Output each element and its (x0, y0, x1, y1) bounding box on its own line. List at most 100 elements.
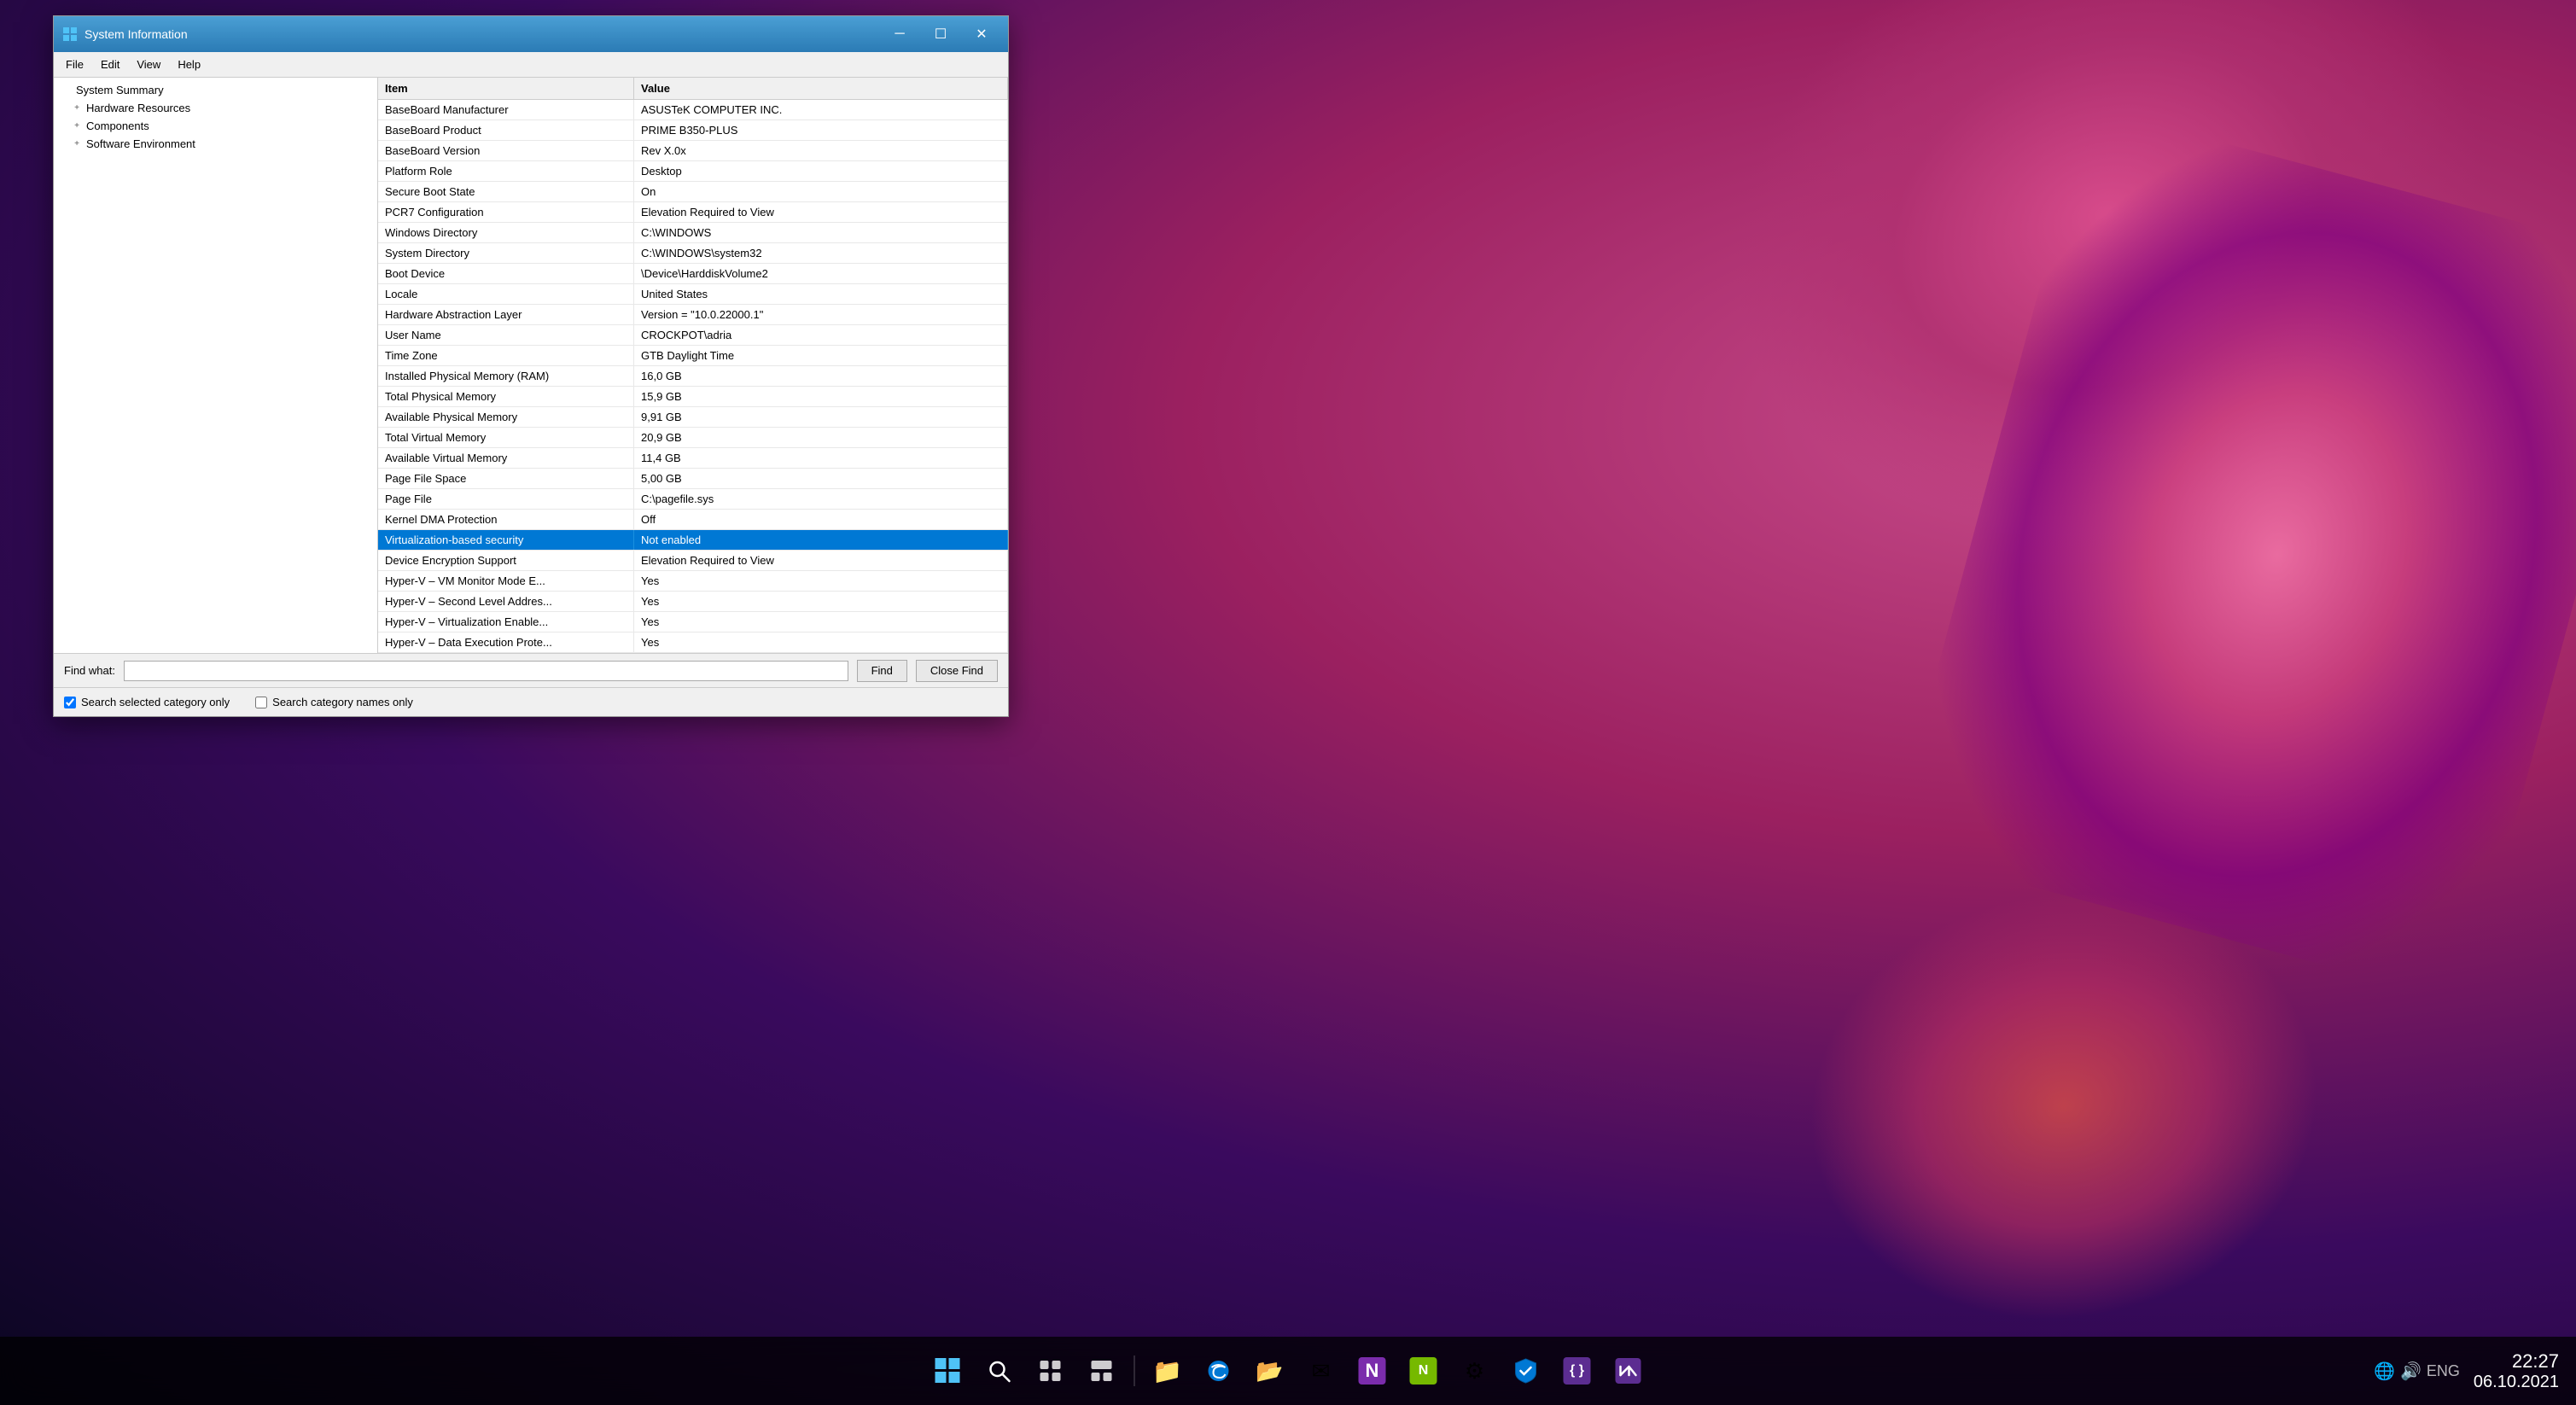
table-row[interactable]: Platform RoleDesktop (378, 161, 1008, 182)
taskbar-edge-icon[interactable] (1197, 1349, 1241, 1393)
grid-cell-item: Available Physical Memory (378, 407, 634, 427)
grid-cell-value: Elevation Required to View (634, 551, 1008, 570)
taskbar-clock[interactable]: 22:27 06.10.2021 (2474, 1350, 2559, 1392)
grid-cell-item: System Directory (378, 243, 634, 263)
taskbar-widgets-icon[interactable] (1080, 1349, 1124, 1393)
menu-file[interactable]: File (57, 56, 92, 73)
table-row[interactable]: Virtualization-based securityNot enabled (378, 530, 1008, 551)
taskbar-network-icon[interactable]: 🌐 (2374, 1361, 2395, 1382)
search-selected-checkbox[interactable] (64, 697, 76, 708)
grid-cell-value: CROCKPOT\adria (634, 325, 1008, 345)
window-icon (61, 25, 79, 44)
data-grid: Item Value BaseBoard ManufacturerASUSTeK… (378, 78, 1008, 653)
grid-cell-item: Time Zone (378, 346, 634, 365)
sidebar-item-software-environment[interactable]: + Software Environment (54, 135, 377, 153)
table-row[interactable]: Page FileC:\pagefile.sys (378, 489, 1008, 510)
title-bar: System Information ─ ☐ ✕ (54, 16, 1008, 52)
grid-cell-value: United States (634, 284, 1008, 304)
grid-cell-item: Installed Physical Memory (RAM) (378, 366, 634, 386)
table-row[interactable]: Available Physical Memory9,91 GB (378, 407, 1008, 428)
taskbar-vs-icon[interactable] (1606, 1349, 1651, 1393)
search-names-checkbox[interactable] (255, 697, 267, 708)
window-title: System Information (85, 27, 880, 41)
grid-cell-value: 16,0 GB (634, 366, 1008, 386)
table-row[interactable]: PCR7 ConfigurationElevation Required to … (378, 202, 1008, 223)
table-row[interactable]: Time ZoneGTB Daylight Time (378, 346, 1008, 366)
system-information-window: System Information ─ ☐ ✕ File Edit View … (53, 15, 1009, 717)
table-row[interactable]: Kernel DMA ProtectionOff (378, 510, 1008, 530)
table-row[interactable]: LocaleUnited States (378, 284, 1008, 305)
grid-cell-item: User Name (378, 325, 634, 345)
taskbar-explorer-icon[interactable]: 📂 (1248, 1349, 1292, 1393)
grid-cell-item: BaseBoard Manufacturer (378, 100, 634, 120)
menu-view[interactable]: View (128, 56, 169, 73)
search-names-label[interactable]: Search category names only (255, 696, 413, 708)
table-row[interactable]: Boot Device\Device\HarddiskVolume2 (378, 264, 1008, 284)
taskbar-settings-icon[interactable]: ⚙ (1453, 1349, 1497, 1393)
taskbar-start-button[interactable] (926, 1349, 970, 1393)
grid-cell-value: C:\WINDOWS\system32 (634, 243, 1008, 263)
table-row[interactable]: Hyper-V – Virtualization Enable...Yes (378, 612, 1008, 633)
table-row[interactable]: System DirectoryC:\WINDOWS\system32 (378, 243, 1008, 264)
search-selected-label[interactable]: Search selected category only (64, 696, 230, 708)
find-button[interactable]: Find (857, 660, 907, 682)
grid-cell-value: Elevation Required to View (634, 202, 1008, 222)
table-row[interactable]: Secure Boot StateOn (378, 182, 1008, 202)
taskbar-search-icon[interactable] (977, 1349, 1022, 1393)
table-row[interactable]: Hardware Abstraction LayerVersion = "10.… (378, 305, 1008, 325)
grid-cell-value: \Device\HarddiskVolume2 (634, 264, 1008, 283)
taskbar-defender-icon[interactable] (1504, 1349, 1548, 1393)
grid-header: Item Value (378, 78, 1008, 100)
grid-cell-value: 15,9 GB (634, 387, 1008, 406)
table-row[interactable]: Available Virtual Memory11,4 GB (378, 448, 1008, 469)
table-row[interactable]: Hyper-V – Second Level Addres...Yes (378, 592, 1008, 612)
grid-cell-item: Boot Device (378, 264, 634, 283)
sidebar-item-hardware-resources[interactable]: + Hardware Resources (54, 99, 377, 117)
taskbar-folder-icon[interactable]: 📁 (1145, 1349, 1190, 1393)
taskbar-time: 22:27 (2474, 1350, 2559, 1373)
table-row[interactable]: Hyper-V – Data Execution Prote...Yes (378, 633, 1008, 653)
table-row[interactable]: User NameCROCKPOT\adria (378, 325, 1008, 346)
taskbar-nvidia-icon[interactable]: N (1402, 1349, 1446, 1393)
grid-cell-item: Available Virtual Memory (378, 448, 634, 468)
table-row[interactable]: BaseBoard ProductPRIME B350-PLUS (378, 120, 1008, 141)
grid-cell-item: Platform Role (378, 161, 634, 181)
taskbar-onenote-icon[interactable]: N (1350, 1349, 1395, 1393)
menu-edit[interactable]: Edit (92, 56, 128, 73)
table-row[interactable]: Windows DirectoryC:\WINDOWS (378, 223, 1008, 243)
table-row[interactable]: Total Physical Memory15,9 GB (378, 387, 1008, 407)
search-selected-text: Search selected category only (81, 696, 230, 708)
grid-cell-value: 5,00 GB (634, 469, 1008, 488)
table-row[interactable]: Total Virtual Memory20,9 GB (378, 428, 1008, 448)
table-row[interactable]: Hyper-V – VM Monitor Mode E...Yes (378, 571, 1008, 592)
grid-cell-item: Virtualization-based security (378, 530, 634, 550)
taskbar-volume-icon[interactable]: 🔊 (2400, 1361, 2422, 1382)
table-row[interactable]: Device Encryption SupportElevation Requi… (378, 551, 1008, 571)
close-find-button[interactable]: Close Find (916, 660, 998, 682)
find-input[interactable] (124, 661, 848, 681)
header-value: Value (634, 78, 1008, 99)
table-row[interactable]: BaseBoard VersionRev X.0x (378, 141, 1008, 161)
sidebar-item-components[interactable]: + Components (54, 117, 377, 135)
taskbar-taskview-icon[interactable] (1029, 1349, 1073, 1393)
table-row[interactable]: BaseBoard ManufacturerASUSTeK COMPUTER I… (378, 100, 1008, 120)
grid-cell-value: 9,91 GB (634, 407, 1008, 427)
taskbar-devtools-icon[interactable]: { } (1555, 1349, 1600, 1393)
table-row[interactable]: Installed Physical Memory (RAM)16,0 GB (378, 366, 1008, 387)
grid-cell-value: 11,4 GB (634, 448, 1008, 468)
taskbar-separator (1134, 1355, 1135, 1386)
minimize-button[interactable]: ─ (880, 20, 919, 48)
grid-cell-value: C:\pagefile.sys (634, 489, 1008, 509)
sidebar-item-system-summary[interactable]: System Summary (54, 81, 377, 99)
close-button[interactable]: ✕ (962, 20, 1001, 48)
maximize-button[interactable]: ☐ (921, 20, 960, 48)
grid-cell-item: Hyper-V – VM Monitor Mode E... (378, 571, 634, 591)
grid-cell-item: Hardware Abstraction Layer (378, 305, 634, 324)
grid-cell-item: Secure Boot State (378, 182, 634, 201)
taskbar-mail-icon[interactable]: ✉ (1299, 1349, 1343, 1393)
menu-help[interactable]: Help (169, 56, 209, 73)
grid-cell-item: Windows Directory (378, 223, 634, 242)
grid-body: BaseBoard ManufacturerASUSTeK COMPUTER I… (378, 100, 1008, 653)
grid-cell-value: Not enabled (634, 530, 1008, 550)
table-row[interactable]: Page File Space5,00 GB (378, 469, 1008, 489)
